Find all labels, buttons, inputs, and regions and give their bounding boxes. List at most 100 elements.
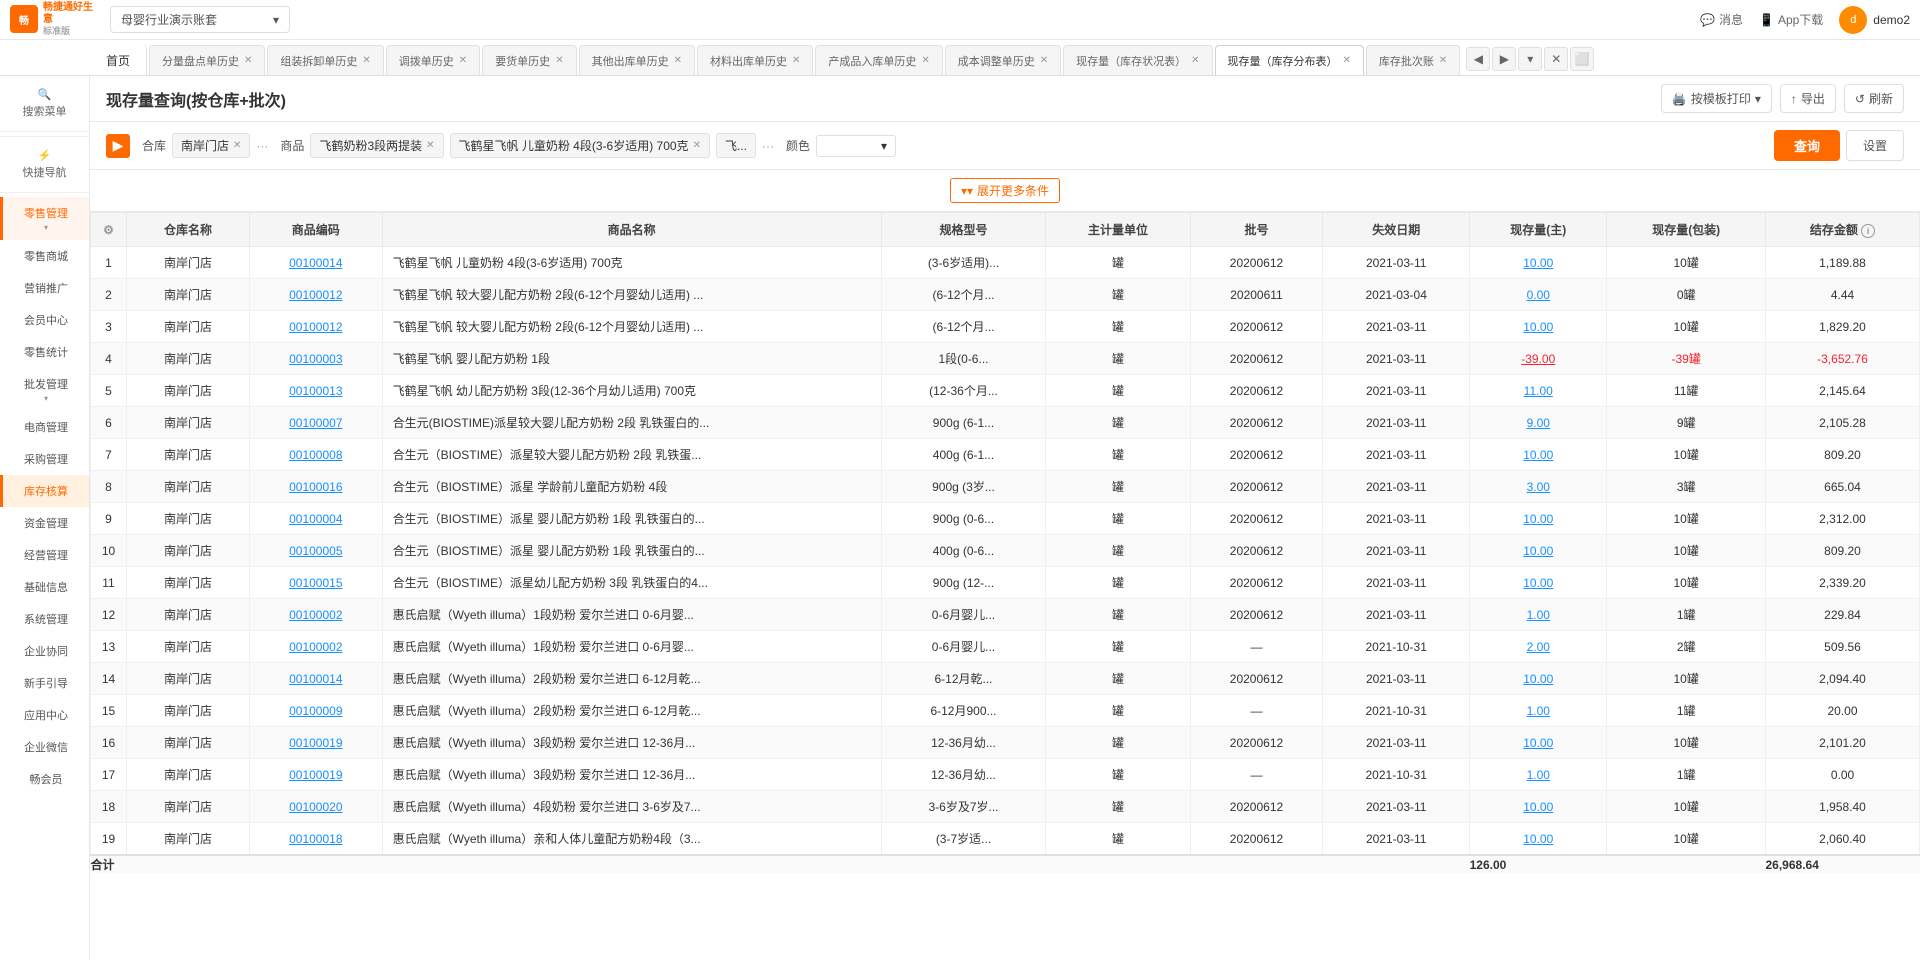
app-download-btn[interactable]: 📱 App下载 — [1759, 11, 1823, 28]
tab-disassembly-close-icon[interactable]: ✕ — [362, 55, 370, 66]
tab-maximize-btn[interactable]: ⬜ — [1570, 47, 1594, 71]
cell-qty-main[interactable]: 9.00 — [1470, 407, 1607, 439]
sidebar-item-ecommerce[interactable]: 电商管理 — [0, 411, 89, 443]
tab-other-out-close-icon[interactable]: ✕ — [674, 55, 682, 66]
tab-material-out[interactable]: 材料出库单历史 ✕ — [697, 45, 813, 75]
tab-material-out-close-icon[interactable]: ✕ — [792, 55, 800, 66]
tab-require[interactable]: 要货单历史 ✕ — [482, 45, 576, 75]
sidebar-item-operations[interactable]: 经营管理 — [0, 539, 89, 571]
cell-qty-main[interactable]: 1.00 — [1470, 599, 1607, 631]
cell-code[interactable]: 00100020 — [250, 791, 383, 823]
tab-close-all-btn[interactable]: ✕ — [1544, 47, 1568, 71]
tab-next-btn[interactable]: ▶ — [1492, 47, 1516, 71]
tab-other-out[interactable]: 其他出库单历史 ✕ — [579, 45, 695, 75]
sidebar-item-basic-info[interactable]: 基础信息 — [0, 571, 89, 603]
cell-qty-main[interactable]: 10.00 — [1470, 791, 1607, 823]
cell-qty-main[interactable]: 3.00 — [1470, 471, 1607, 503]
tab-product-in-close-icon[interactable]: ✕ — [921, 55, 929, 66]
cell-qty-main[interactable]: 10.00 — [1470, 503, 1607, 535]
cell-qty-main[interactable]: 10.00 — [1470, 247, 1607, 279]
tab-cost-adjust[interactable]: 成本调整单历史 ✕ — [945, 45, 1061, 75]
tab-inventory-distribution[interactable]: 现存量（库存分布表） ✕ — [1215, 45, 1364, 75]
sidebar-item-member-card[interactable]: 畅会员 — [0, 763, 89, 795]
sidebar-item-enterprise-wechat[interactable]: 企业微信 — [0, 731, 89, 763]
tab-inventory-status-close-icon[interactable]: ✕ — [1191, 55, 1199, 66]
warehouse-tag-close-icon[interactable]: ✕ — [233, 140, 241, 151]
sidebar-item-enterprise[interactable]: 企业协同 — [0, 635, 89, 667]
sidebar-item-new-guide[interactable]: 新手引导 — [0, 667, 89, 699]
cell-qty-main[interactable]: 10.00 — [1470, 535, 1607, 567]
product-tag-1[interactable]: 飞鹤奶粉3段两提装 ✕ — [310, 133, 443, 158]
template-print-btn[interactable]: 🖨️ 按模板打印 ▾ — [1661, 84, 1772, 113]
cell-code[interactable]: 00100003 — [250, 343, 383, 375]
cell-code[interactable]: 00100008 — [250, 439, 383, 471]
cell-code[interactable]: 00100013 — [250, 375, 383, 407]
sidebar-item-retail[interactable]: 零售管理 ▾ — [0, 197, 89, 240]
tab-batch-ledger-close-icon[interactable]: ✕ — [1439, 55, 1447, 66]
color-select[interactable]: ▾ — [816, 135, 896, 157]
tab-cost-adjust-close-icon[interactable]: ✕ — [1040, 55, 1048, 66]
cell-code[interactable]: 00100015 — [250, 567, 383, 599]
cell-code[interactable]: 00100002 — [250, 631, 383, 663]
sidebar-item-marketing[interactable]: 营销推广 — [0, 272, 89, 304]
sidebar-item-wholesale[interactable]: 批发管理 ▾ — [0, 368, 89, 411]
cell-qty-main[interactable]: 10.00 — [1470, 663, 1607, 695]
sidebar-item-retail-stats[interactable]: 零售统计 — [0, 336, 89, 368]
cell-code[interactable]: 00100012 — [250, 279, 383, 311]
sidebar-item-retail-mall[interactable]: 零售商城 — [0, 240, 89, 272]
query-btn[interactable]: 查询 — [1774, 130, 1840, 161]
export-btn[interactable]: ↑ 导出 — [1780, 84, 1836, 113]
cell-code[interactable]: 00100004 — [250, 503, 383, 535]
tab-mix[interactable]: 调拨单历史 ✕ — [386, 45, 480, 75]
cell-qty-main[interactable]: 0.00 — [1470, 279, 1607, 311]
product-tag-2[interactable]: 飞鹤星飞帆 儿童奶粉 4段(3-6岁适用) 700克 ✕ — [450, 133, 710, 158]
product-tag-2-close-icon[interactable]: ✕ — [693, 140, 701, 151]
refresh-btn[interactable]: ↺ 刷新 — [1844, 84, 1904, 113]
product-tag-1-close-icon[interactable]: ✕ — [426, 140, 434, 151]
industry-selector[interactable]: 母婴行业演示账套 ▾ — [110, 6, 290, 33]
cell-qty-main[interactable]: 11.00 — [1470, 375, 1607, 407]
tab-require-close-icon[interactable]: ✕ — [555, 55, 563, 66]
tab-inventory-distribution-close-icon[interactable]: ✕ — [1343, 55, 1351, 66]
tab-disassembly[interactable]: 组装拆卸单历史 ✕ — [267, 45, 383, 75]
cell-code[interactable]: 00100019 — [250, 759, 383, 791]
quick-nav-btn[interactable]: ⚡ 快捷导航 — [6, 145, 83, 184]
tab-prev-btn[interactable]: ◀ — [1466, 47, 1490, 71]
cell-code[interactable]: 00100012 — [250, 311, 383, 343]
cell-qty-main[interactable]: 10.00 — [1470, 823, 1607, 856]
tab-inventory-status[interactable]: 现存量（库存状况表） ✕ — [1063, 45, 1212, 75]
product-more-icon[interactable]: ··· — [762, 139, 774, 153]
product-tag-3[interactable]: 飞... — [716, 133, 756, 158]
sidebar-item-finance[interactable]: 资金管理 — [0, 507, 89, 539]
cell-qty-main[interactable]: 10.00 — [1470, 439, 1607, 471]
sidebar-item-inventory[interactable]: 库存核算 — [0, 475, 89, 507]
cell-code[interactable]: 00100007 — [250, 407, 383, 439]
cell-qty-main[interactable]: -39.00 — [1470, 343, 1607, 375]
table-container[interactable]: ⚙ 仓库名称 商品编码 商品名称 规格型号 主计量单位 批号 失效日期 现存量(… — [90, 212, 1920, 960]
warehouse-tag[interactable]: 南岸门店 ✕ — [172, 133, 250, 158]
sidebar-item-system[interactable]: 系统管理 — [0, 603, 89, 635]
message-btn[interactable]: 💬 消息 — [1700, 11, 1743, 28]
filter-toggle-btn[interactable]: ▶ — [106, 134, 130, 158]
tab-home[interactable]: 首页 — [90, 45, 147, 75]
tab-mix-close-icon[interactable]: ✕ — [459, 55, 467, 66]
cell-qty-main[interactable]: 10.00 — [1470, 311, 1607, 343]
cell-qty-main[interactable]: 1.00 — [1470, 759, 1607, 791]
sidebar-item-purchase[interactable]: 采购管理 — [0, 443, 89, 475]
tab-split-inventory[interactable]: 分量盘点单历史 ✕ — [149, 45, 265, 75]
cell-qty-main[interactable]: 10.00 — [1470, 727, 1607, 759]
settings-gear-icon[interactable]: ⚙ — [103, 223, 114, 237]
expand-conditions-btn[interactable]: ▾▾ 展开更多条件 — [950, 178, 1060, 203]
sidebar-item-member[interactable]: 会员中心 — [0, 304, 89, 336]
cell-code[interactable]: 00100002 — [250, 599, 383, 631]
cell-code[interactable]: 00100016 — [250, 471, 383, 503]
warehouse-more-icon[interactable]: ··· — [256, 139, 268, 153]
cell-code[interactable]: 00100009 — [250, 695, 383, 727]
cell-qty-main[interactable]: 2.00 — [1470, 631, 1607, 663]
sidebar-item-app-center[interactable]: 应用中心 — [0, 699, 89, 731]
tab-more-btn[interactable]: ▾ — [1518, 47, 1542, 71]
cell-code[interactable]: 00100005 — [250, 535, 383, 567]
cell-qty-main[interactable]: 10.00 — [1470, 567, 1607, 599]
cell-code[interactable]: 00100018 — [250, 823, 383, 856]
tab-product-in[interactable]: 产成品入库单历史 ✕ — [815, 45, 942, 75]
